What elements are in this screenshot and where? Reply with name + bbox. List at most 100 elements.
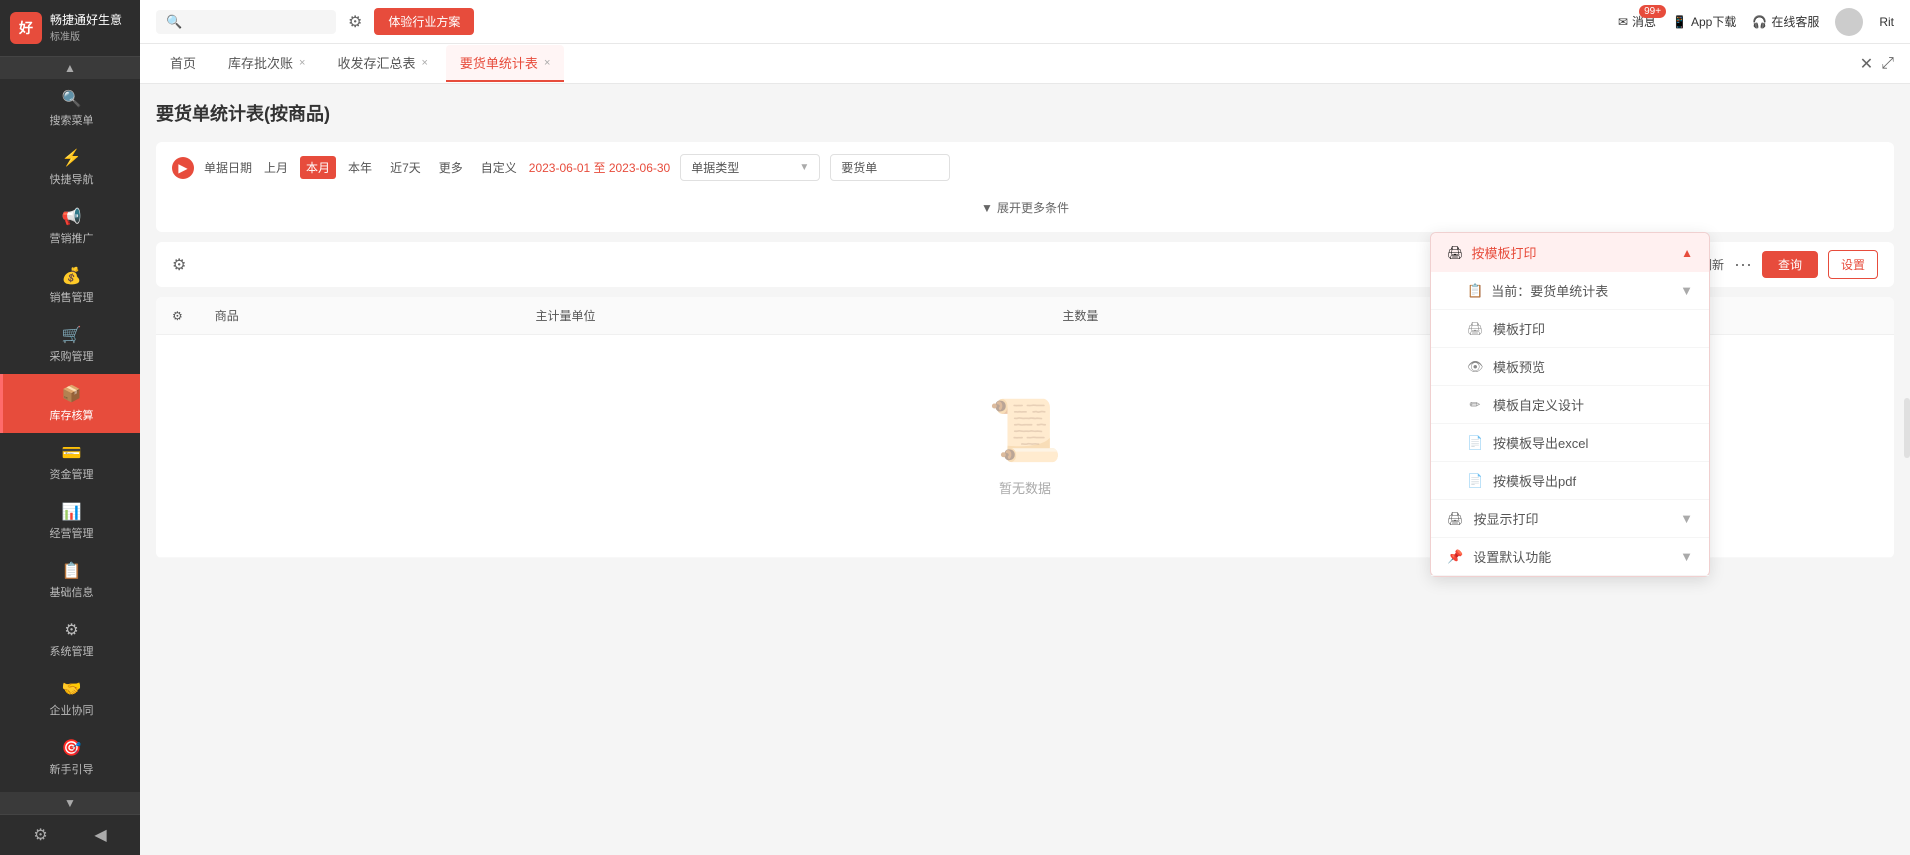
messages-button[interactable]: ✉ 消息 99+: [1618, 13, 1656, 30]
topbar-search-input[interactable]: [182, 15, 302, 29]
dropdown-template-print[interactable]: 🖨 模板打印: [1431, 310, 1709, 348]
dropdown-title: 按模板打印: [1472, 243, 1537, 262]
service-label: 在线客服: [1771, 13, 1819, 30]
sidebar-item-label: 快捷导航: [50, 171, 94, 187]
topbar-search-icon: 🔍: [166, 14, 182, 30]
date-btn-this-month[interactable]: 本月: [300, 156, 336, 179]
topbar: 🔍 ⚙ 体验行业方案 ✉ 消息 99+ 📱 App下载 🎧 在线客服 Rit: [140, 0, 1910, 44]
doc-type-arrow-icon: ▼: [799, 162, 809, 173]
topbar-search[interactable]: 🔍: [156, 10, 336, 34]
expand-more-button[interactable]: ▼ 展开更多条件: [969, 195, 1081, 220]
sidebar-item-search[interactable]: 🔍 搜索菜单: [0, 79, 140, 138]
trial-button[interactable]: 体验行业方案: [374, 8, 474, 35]
date-btn-more[interactable]: 更多: [433, 156, 469, 179]
date-btn-7days[interactable]: 近7天: [384, 156, 427, 179]
table-settings-icon[interactable]: ⚙: [172, 255, 186, 275]
main-content: 🔍 ⚙ 体验行业方案 ✉ 消息 99+ 📱 App下载 🎧 在线客服 Rit: [140, 0, 1910, 855]
marketing-icon: 📢: [62, 207, 82, 227]
set-default-label: 设置默认功能: [1473, 547, 1551, 566]
dropdown-header[interactable]: 🖨 按模板打印 ▲: [1431, 233, 1709, 272]
sidebar-item-finance[interactable]: 💳 资金管理: [0, 433, 140, 492]
expand-more-icon: ▼: [981, 201, 993, 215]
topbar-gear-icon[interactable]: ⚙: [348, 12, 362, 32]
tab-order-stats[interactable]: 要货单统计表 ×: [446, 45, 564, 82]
filter-expand-icon[interactable]: ▶: [172, 157, 194, 179]
current-template-arrow: ▼: [1680, 283, 1693, 298]
template-custom-label: 模板自定义设计: [1493, 395, 1584, 414]
tab-bar-right: ✕ ⤢: [1860, 54, 1894, 74]
template-pdf-label: 按模板导出pdf: [1493, 471, 1576, 490]
sidebar-scroll-up[interactable]: ▲: [0, 57, 140, 79]
collapse-icon[interactable]: ◀: [94, 825, 106, 845]
set-default-arrow: ▼: [1680, 549, 1693, 564]
username-label: Rit: [1879, 15, 1894, 29]
purchase-icon: 🛒: [62, 325, 82, 345]
tab-collection-summary-close[interactable]: ×: [421, 57, 427, 69]
sidebar-item-beginner[interactable]: 🎯 新手引导: [0, 728, 140, 787]
dropdown-template-custom[interactable]: ✏ 模板自定义设计: [1431, 386, 1709, 424]
empty-icon: 📜: [988, 395, 1063, 466]
page-title: 要货单统计表(按商品): [156, 100, 1894, 126]
sidebar-item-marketing[interactable]: 📢 营销推广: [0, 197, 140, 256]
sidebar-item-inventory[interactable]: 📦 库存核算: [0, 374, 140, 433]
sidebar-item-label: 搜索菜单: [50, 112, 94, 128]
tab-collection-summary[interactable]: 收发存汇总表 ×: [323, 45, 441, 82]
template-preview-label: 模板预览: [1493, 357, 1545, 376]
current-template-icon: 📋: [1467, 283, 1483, 299]
require-goods-input[interactable]: 要货单: [830, 154, 950, 181]
dropdown-display-print[interactable]: 🖨 按显示打印 ▼: [1431, 500, 1709, 538]
dropdown-template-pdf[interactable]: 📄 按模板导出pdf: [1431, 462, 1709, 500]
sidebar-item-label: 采购管理: [50, 348, 94, 364]
basics-icon: 📋: [62, 561, 82, 581]
tab-home[interactable]: 首页: [156, 45, 210, 82]
app-version: 标准版: [50, 28, 122, 43]
th-quantity: 主数量: [1046, 297, 1435, 335]
display-print-arrow: ▼: [1680, 511, 1693, 526]
template-print-icon: 🖨: [1467, 321, 1483, 337]
dropdown-header-left: 🖨 按模板打印: [1447, 243, 1537, 262]
doc-type-select[interactable]: 单据类型 ▼: [680, 154, 820, 181]
beginner-icon: 🎯: [62, 738, 82, 758]
date-btn-this-year[interactable]: 本年: [342, 156, 378, 179]
sidebar-scroll-down[interactable]: ▼: [0, 792, 140, 814]
tab-inventory-batch[interactable]: 库存批次账 ×: [214, 45, 319, 82]
service-icon: 🎧: [1752, 15, 1767, 29]
date-btn-custom[interactable]: 自定义: [475, 156, 523, 179]
sidebar-item-operations[interactable]: 📊 经营管理: [0, 492, 140, 551]
sidebar-item-label: 库存核算: [50, 407, 94, 423]
tab-order-stats-close[interactable]: ×: [544, 57, 550, 69]
sidebar-item-purchase[interactable]: 🛒 采购管理: [0, 315, 140, 374]
dropdown-current-item[interactable]: 📋 当前：要货单统计表 ▼: [1431, 272, 1709, 309]
display-print-label: 按显示打印: [1474, 509, 1539, 528]
user-avatar[interactable]: [1835, 8, 1863, 36]
tab-maximize[interactable]: ⤢: [1881, 55, 1894, 73]
dropdown-template-preview[interactable]: 👁 模板预览: [1431, 348, 1709, 386]
sidebar-item-basics[interactable]: 📋 基础信息: [0, 551, 140, 610]
dropdown-print-icon: 🖨: [1447, 245, 1464, 261]
dropdown-set-default[interactable]: 📌 设置默认功能 ▼: [1431, 538, 1709, 576]
template-excel-icon: 📄: [1467, 435, 1483, 451]
finance-icon: 💳: [62, 443, 82, 463]
app-logo: 好 畅捷通好生意 标准版: [0, 0, 140, 57]
tab-order-stats-label: 要货单统计表: [460, 53, 538, 72]
online-service-button[interactable]: 🎧 在线客服: [1752, 13, 1819, 30]
sidebar-nav: 🔍 搜索菜单 ⚡ 快捷导航 📢 营销推广 💰 销售管理 🛒 采购管理 📦 库存核…: [0, 79, 140, 792]
current-template-label: 当前：要货单统计表: [1491, 281, 1608, 300]
app-download-button[interactable]: 📱 App下载: [1672, 13, 1736, 30]
tab-inventory-batch-close[interactable]: ×: [299, 57, 305, 69]
sidebar-item-sales[interactable]: 💰 销售管理: [0, 256, 140, 315]
sidebar-item-quick-nav[interactable]: ⚡ 快捷导航: [0, 138, 140, 197]
sales-icon: 💰: [62, 266, 82, 286]
settings-button[interactable]: 设置: [1828, 250, 1878, 279]
template-pdf-icon: 📄: [1467, 473, 1483, 489]
dropdown-template-excel[interactable]: 📄 按模板导出excel: [1431, 424, 1709, 462]
app-download-label: App下载: [1691, 13, 1736, 30]
sidebar-item-system[interactable]: ⚙ 系统管理: [0, 610, 140, 669]
settings-icon[interactable]: ⚙: [33, 825, 47, 845]
operations-icon: 📊: [62, 502, 82, 522]
date-btn-last-month[interactable]: 上月: [258, 156, 294, 179]
query-button[interactable]: 查询: [1762, 251, 1818, 278]
toolbar-more-icon[interactable]: ···: [1734, 254, 1752, 275]
tab-close-all[interactable]: ✕: [1860, 54, 1873, 74]
sidebar-item-collab[interactable]: 🤝 企业协同: [0, 669, 140, 728]
